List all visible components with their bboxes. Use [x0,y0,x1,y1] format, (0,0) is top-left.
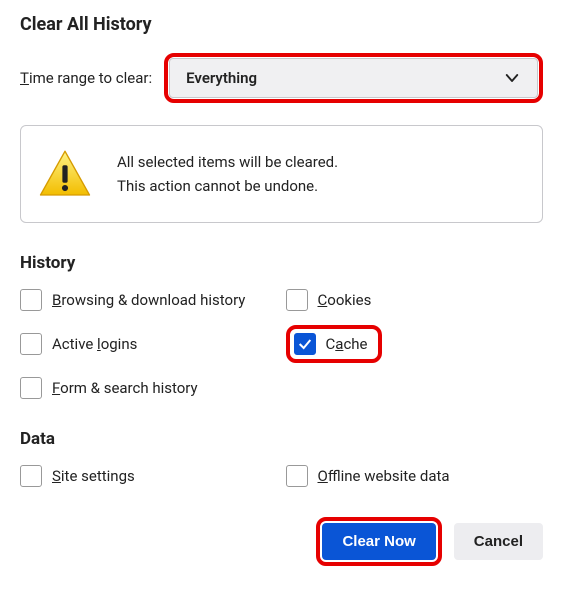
checkbox-browsing[interactable] [20,289,42,311]
warning-line-1: All selected items will be cleared. [117,150,338,174]
warning-box: All selected items will be cleared. This… [20,125,543,223]
dialog-title: Clear All History [20,14,543,35]
button-row: Clear Now Cancel [20,517,543,566]
clear-now-highlight: Clear Now [316,517,441,566]
data-options: Site settings Offline website data [20,465,543,487]
time-range-row: Time range to clear: Everything [20,53,543,103]
label-browsing: Browsing & download history [52,291,245,309]
checkbox-item-cookies[interactable]: Cookies [286,289,544,311]
time-range-dropdown[interactable]: Everything [169,58,538,98]
label-form: Form & search history [52,379,198,397]
label-offline: Offline website data [318,467,450,485]
checkbox-item-form[interactable]: Form & search history [20,377,278,399]
time-range-mnemonic: T [20,69,29,87]
time-range-label: Time range to clear: [20,69,152,87]
checkbox-cookies[interactable] [286,289,308,311]
checkbox-item-logins[interactable]: Active logins [20,325,278,363]
checkbox-item-cache-wrapper: Cache [286,325,544,363]
time-range-highlight: Everything [164,53,543,103]
warning-line-2: This action cannot be undone. [117,174,338,198]
cache-highlight: Cache [286,325,382,363]
label-logins: Active logins [52,335,137,353]
history-section-heading: History [20,253,543,273]
history-options: Browsing & download history Cookies Acti… [20,289,543,399]
checkbox-item-site[interactable]: Site settings [20,465,278,487]
data-section-heading: Data [20,429,543,449]
chevron-down-icon [503,69,521,87]
warning-triangle-icon [37,146,93,202]
checkbox-form[interactable] [20,377,42,399]
checkbox-cache[interactable] [294,333,316,355]
checkbox-item-browsing[interactable]: Browsing & download history [20,289,278,311]
time-range-label-text: ime range to clear: [29,69,152,87]
label-cache: Cache [326,335,368,353]
time-range-selected: Everything [186,69,257,87]
label-site: Site settings [52,467,135,485]
label-cookies: Cookies [318,291,372,309]
checkbox-item-offline[interactable]: Offline website data [286,465,544,487]
clear-now-button[interactable]: Clear Now [322,523,435,560]
checkbox-offline[interactable] [286,465,308,487]
cancel-button[interactable]: Cancel [454,523,543,560]
warning-text: All selected items will be cleared. This… [117,150,338,198]
checkbox-site[interactable] [20,465,42,487]
checkbox-logins[interactable] [20,333,42,355]
